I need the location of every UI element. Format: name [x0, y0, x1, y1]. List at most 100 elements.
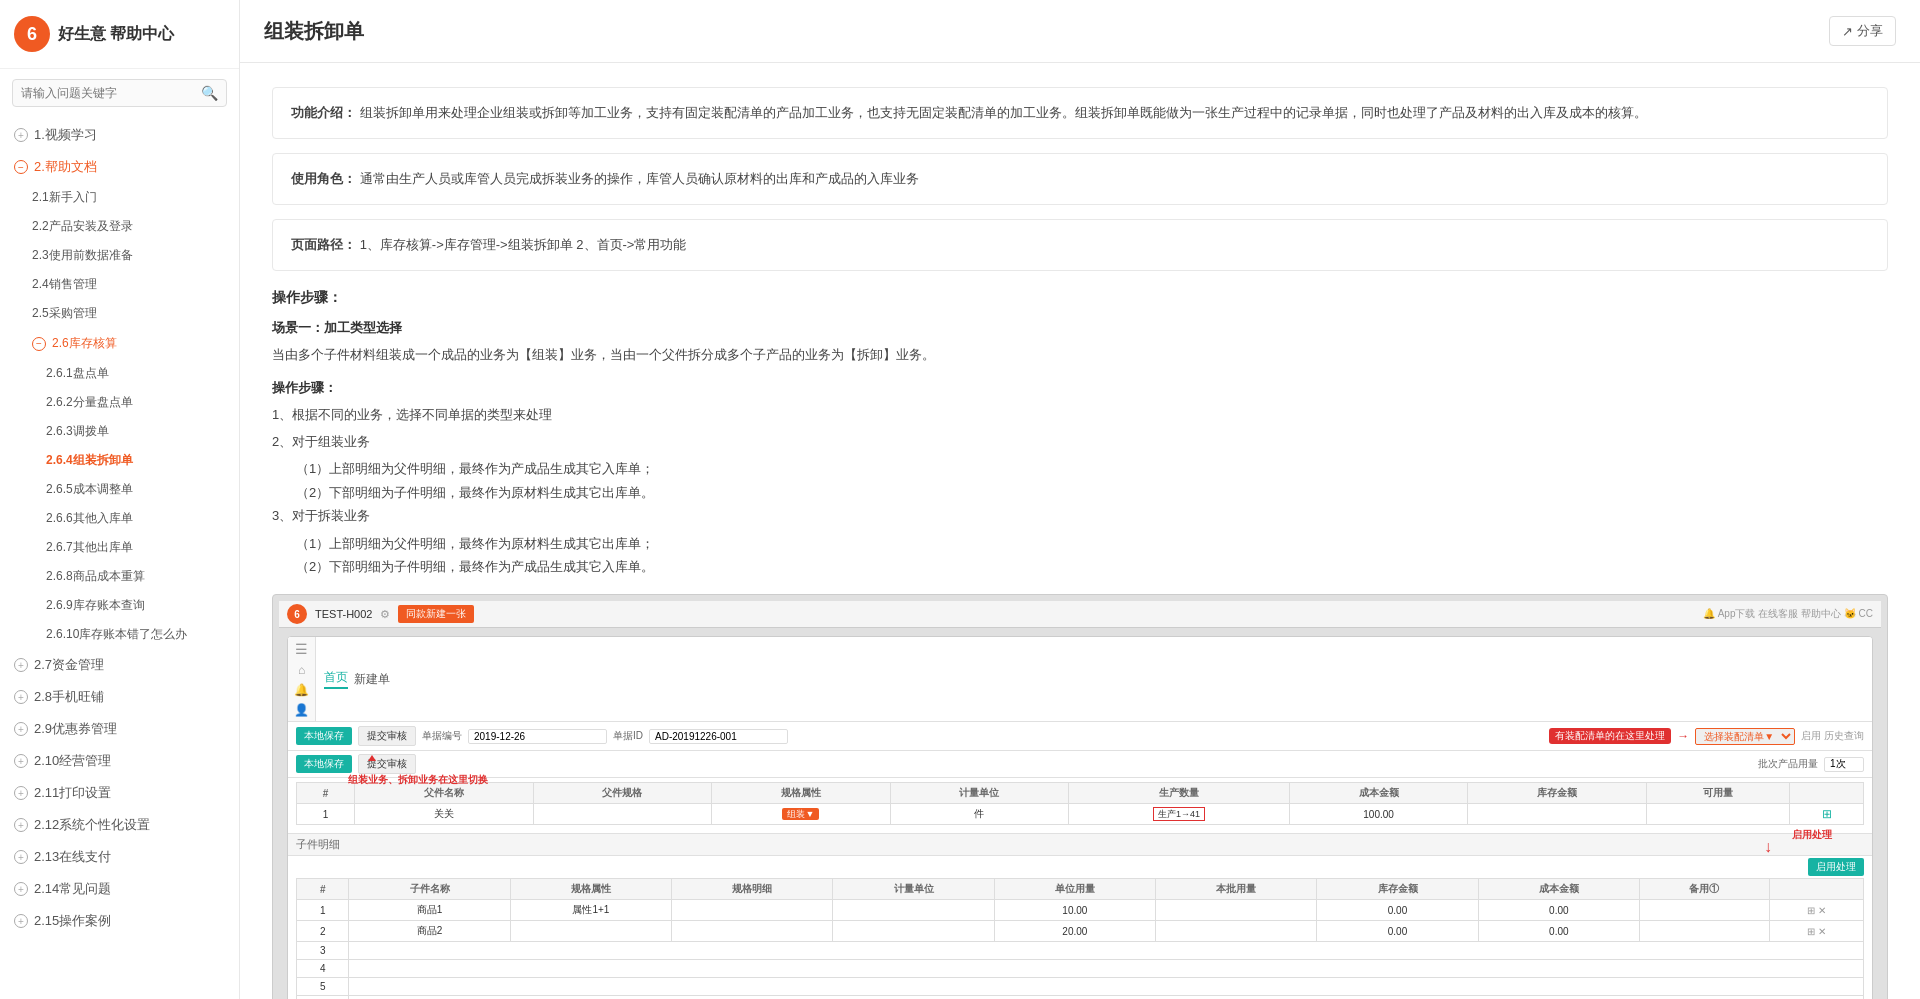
sidebar-item-267[interactable]: 2.6.7其他出库单 [46, 533, 239, 562]
sidebar-label-28: 2.8手机旺铺 [34, 688, 104, 706]
expand-icon-29: + [14, 722, 28, 736]
b2-detail [672, 921, 833, 942]
cell-qty: 生产1→41 [1069, 804, 1290, 825]
sidebar-item-29[interactable]: + 2.9优惠券管理 [0, 713, 239, 745]
sidebar-item-docs[interactable]: − 2.帮助文档 [0, 151, 239, 183]
tab-submit[interactable]: 提交审核 [358, 726, 416, 746]
sidebar-item-25[interactable]: 2.5采购管理 [32, 299, 239, 328]
sidebar-item-video[interactable]: + 1.视频学习 [0, 119, 239, 151]
b1-extra [1640, 900, 1770, 921]
select-config[interactable]: 选择装配清单▼ [1695, 728, 1795, 745]
share-icon: ↗ [1842, 24, 1853, 39]
sidebar-item-214[interactable]: + 2.14常见问题 [0, 873, 239, 905]
sub-table-header: 子件明细 [288, 833, 1872, 856]
sidebar-item-2610[interactable]: 2.6.10库存账本错了怎么办 [46, 620, 239, 649]
cell-cost: 100.00 [1289, 804, 1468, 825]
row-ops-icon-2[interactable]: ⊞ ✕ [1807, 926, 1826, 937]
row-ops-icon[interactable]: ⊞ ✕ [1807, 905, 1826, 916]
sidebar-label-215: 2.15操作案例 [34, 912, 111, 930]
field-date[interactable] [468, 729, 607, 744]
sidebar-item-212[interactable]: + 2.12系统个性化设置 [0, 809, 239, 841]
search-input[interactable] [21, 86, 201, 100]
home-icon: ⌂ [298, 663, 305, 677]
expand-icon-211: + [14, 786, 28, 800]
type-tab-save[interactable]: 本地保存 [296, 755, 352, 773]
expand-icon-212: + [14, 818, 28, 832]
search-icon: 🔍 [201, 85, 218, 101]
bcol-cost-amt: 成本金额 [1478, 879, 1639, 900]
attr-select[interactable]: 组装▼ [782, 808, 819, 820]
sidebar-item-261[interactable]: 2.6.1盘点单 [46, 359, 239, 388]
step2-2: （2）下部明细为子件明细，最终作为原材料生成其它出库单。 [272, 481, 1888, 504]
bell-icon: 🔔 [294, 683, 309, 697]
type-tab-submit[interactable]: 提交审核 [358, 754, 416, 774]
sidebar-item-27[interactable]: + 2.7资金管理 [0, 649, 239, 681]
sidebar-item-265[interactable]: 2.6.5成本调整单 [46, 475, 239, 504]
sidebar-item-26-label: 2.6库存核算 [52, 335, 117, 352]
cell-spec [533, 804, 712, 825]
steps-sub-heading: 操作步骤： [272, 379, 1888, 397]
sidebar-item-264[interactable]: 2.6.4组装拆卸单 [46, 446, 239, 475]
sidebar: 6 好生意 帮助中心 🔍 + 1.视频学习 − 2.帮助文档 2.1新手入门 2… [0, 0, 240, 999]
b1-stock: 0.00 [1317, 900, 1478, 921]
bottom-header-row: # 子件名称 规格属性 规格明细 计量单位 单位用量 本批用量 库存金额 成本金… [297, 879, 1864, 900]
collapse-icon: − [14, 160, 28, 174]
sidebar-item-215[interactable]: + 2.15操作案例 [0, 905, 239, 937]
new-record-button[interactable]: 同款新建一张 [398, 605, 474, 623]
sidebar-label-29: 2.9优惠券管理 [34, 720, 117, 738]
sidebar-item-23[interactable]: 2.3使用前数据准备 [32, 241, 239, 270]
sidebar-item-22[interactable]: 2.2产品安装及登录 [32, 212, 239, 241]
sidebar-label-214: 2.14常见问题 [34, 880, 111, 898]
col-attr: 规格属性 [712, 783, 891, 804]
sidebar-item-210[interactable]: + 2.10经营管理 [0, 745, 239, 777]
intro-text: 组装拆卸单用来处理企业组装或拆卸等加工业务，支持有固定装配清单的产品加工业务，也… [360, 105, 1647, 120]
nav-item-new[interactable]: 新建单 [354, 671, 390, 688]
step3-1: （1）上部明细为父件明细，最终作为原材料生成其它出库单； [272, 532, 1888, 555]
enable-process-button[interactable]: 启用处理 [1808, 858, 1864, 876]
sidebar-item-211[interactable]: + 2.11打印设置 [0, 777, 239, 809]
b3-num: 3 [297, 942, 349, 960]
b2-stock: 0.00 [1317, 921, 1478, 942]
menu-icon: ☰ [295, 641, 308, 657]
col-stock-amt: 库存金额 [1468, 783, 1647, 804]
step3-2: （2）下部明细为子件明细，最终作为产成品生成其它入库单。 [272, 555, 1888, 578]
role-label: 使用角色： [291, 171, 356, 186]
tab-save[interactable]: 本地保存 [296, 727, 352, 745]
expand-icon: + [14, 128, 28, 142]
screenshot-container: 6 TEST-H002 ⚙ 同款新建一张 🔔 App下载 在线客服 帮助中心 🐱… [272, 594, 1888, 999]
sidebar-item-268[interactable]: 2.6.8商品成本重算 [46, 562, 239, 591]
col-num: # [297, 783, 355, 804]
sidebar-item-24[interactable]: 2.4销售管理 [32, 270, 239, 299]
b2-extra [1640, 921, 1770, 942]
col-avail: 可用量 [1646, 783, 1790, 804]
sidebar-item-26[interactable]: − 2.6库存核算 [32, 328, 239, 359]
page-header: 组装拆卸单 ↗ 分享 [240, 0, 1920, 63]
role-block: 使用角色： 通常由生产人员或库管人员完成拆装业务的操作，库管人员确认原材料的出库… [272, 153, 1888, 205]
sidebar-item-266[interactable]: 2.6.6其他入库单 [46, 504, 239, 533]
nav-sub-26: 2.6.1盘点单 2.6.2分量盘点单 2.6.3调拨单 2.6.4组装拆卸单 … [32, 359, 239, 649]
sidebar-item-213[interactable]: + 2.13在线支付 [0, 841, 239, 873]
b2-ops: ⊞ ✕ [1769, 921, 1863, 942]
cell-unit: 件 [890, 804, 1069, 825]
step2-1: （1）上部明细为父件明细，最终作为产成品生成其它入库单； [272, 457, 1888, 480]
btable-row-3: 3 [297, 942, 1864, 960]
nav-item-home[interactable]: 首页 [324, 669, 348, 689]
search-box[interactable]: 🔍 [12, 79, 227, 107]
field-id[interactable] [649, 729, 788, 744]
bcol-ops [1769, 879, 1863, 900]
bcol-batch-qty: 本批用量 [1156, 879, 1317, 900]
sidebar-item-21[interactable]: 2.1新手入门 [32, 183, 239, 212]
batch-input[interactable] [1824, 757, 1864, 772]
sidebar-item-28[interactable]: + 2.8手机旺铺 [0, 681, 239, 713]
content-area: 功能介绍： 组装拆卸单用来处理企业组装或拆卸等加工业务，支持有固定装配清单的产品… [240, 63, 1920, 999]
expand-icon-27: + [14, 658, 28, 672]
bcol-num: # [297, 879, 349, 900]
sidebar-item-label: 1.视频学习 [34, 126, 97, 144]
b1-bqty [1156, 900, 1317, 921]
expand-row-icon[interactable]: ⊞ [1822, 807, 1832, 821]
sidebar-item-262[interactable]: 2.6.2分量盘点单 [46, 388, 239, 417]
share-button[interactable]: ↗ 分享 [1829, 16, 1896, 46]
sidebar-item-263[interactable]: 2.6.3调拨单 [46, 417, 239, 446]
sidebar-item-269[interactable]: 2.6.9库存账本查询 [46, 591, 239, 620]
sidebar-label-27: 2.7资金管理 [34, 656, 104, 674]
